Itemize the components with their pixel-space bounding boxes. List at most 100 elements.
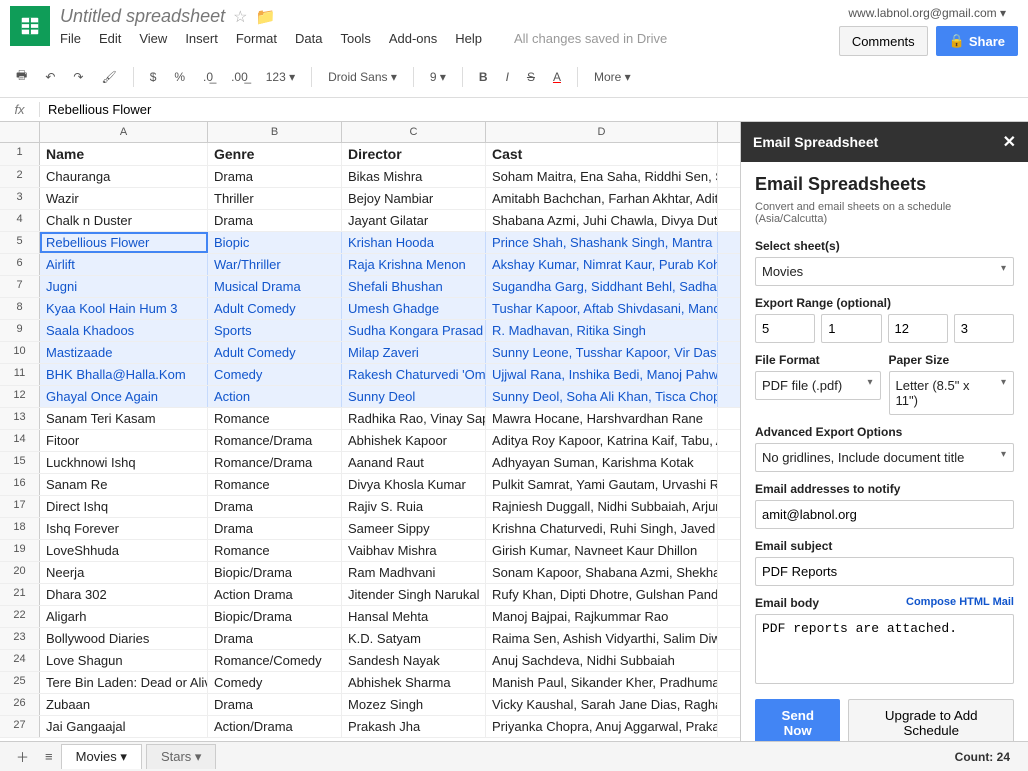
cell[interactable]: Abhishek Sharma [342, 672, 486, 693]
file-format-dropdown[interactable]: PDF file (.pdf) [755, 371, 881, 400]
sheets-logo[interactable] [10, 6, 50, 46]
cell[interactable]: Zubaan [40, 694, 208, 715]
folder-icon[interactable]: 📁 [255, 7, 275, 27]
cell[interactable]: Romance/Comedy [208, 650, 342, 671]
cell[interactable]: Krishna Chaturvedi, Ruhi Singh, Javed Ja… [486, 518, 718, 539]
row-header[interactable]: 20 [0, 562, 40, 583]
cell[interactable]: Biopic/Drama [208, 562, 342, 583]
cell[interactable]: Sudha Kongara Prasad [342, 320, 486, 341]
range-end-col[interactable] [954, 314, 1014, 343]
cell[interactable]: Chauranga [40, 166, 208, 187]
row-header[interactable]: 25 [0, 672, 40, 693]
row-header[interactable]: 14 [0, 430, 40, 451]
cell[interactable]: Hansal Mehta [342, 606, 486, 627]
cell[interactable]: Ujjwal Rana, Inshika Bedi, Manoj Pahwa, … [486, 364, 718, 385]
cell[interactable]: Mastizaade [40, 342, 208, 363]
row-header[interactable]: 4 [0, 210, 40, 231]
cell[interactable]: Abhishek Kapoor [342, 430, 486, 451]
cell[interactable]: Jai Gangaajal [40, 716, 208, 737]
cell[interactable]: Love Shagun [40, 650, 208, 671]
row-header[interactable]: 13 [0, 408, 40, 429]
cell[interactable]: Vaibhav Mishra [342, 540, 486, 561]
compose-html-link[interactable]: Compose HTML Mail [906, 596, 1014, 608]
cell[interactable]: Umesh Ghadge [342, 298, 486, 319]
col-header-a[interactable]: A [40, 122, 208, 142]
cell[interactable]: Ishq Forever [40, 518, 208, 539]
menu-tools[interactable]: Tools [340, 31, 370, 46]
row-header[interactable]: 3 [0, 188, 40, 209]
undo-icon[interactable]: ↶ [39, 66, 61, 88]
cell[interactable]: Manoj Bajpai, Rajkummar Rao [486, 606, 718, 627]
row-header[interactable]: 26 [0, 694, 40, 715]
cell[interactable]: Pulkit Samrat, Yami Gautam, Urvashi Raut… [486, 474, 718, 495]
col-header-c[interactable]: C [342, 122, 486, 142]
row-header[interactable]: 9 [0, 320, 40, 341]
cell[interactable]: Amitabh Bachchan, Farhan Akhtar, Aditi R… [486, 188, 718, 209]
cell[interactable]: Chalk n Duster [40, 210, 208, 231]
italic-icon[interactable]: I [500, 66, 515, 88]
cell[interactable]: Adult Comedy [208, 298, 342, 319]
col-header-d[interactable]: D [486, 122, 718, 142]
font-size[interactable]: 9 ▾ [424, 66, 452, 88]
col-header-b[interactable]: B [208, 122, 342, 142]
cell[interactable]: Sports [208, 320, 342, 341]
row-header[interactable]: 21 [0, 584, 40, 605]
format-currency[interactable]: $ [144, 66, 163, 88]
redo-icon[interactable]: ↷ [67, 66, 89, 88]
cell[interactable]: Fitoor [40, 430, 208, 451]
strike-icon[interactable]: S [521, 66, 541, 88]
cell[interactable]: Divya Khosla Kumar [342, 474, 486, 495]
font-select[interactable]: Droid Sans ▾ [322, 66, 403, 88]
cell[interactable]: Sandesh Nayak [342, 650, 486, 671]
range-end-row[interactable] [888, 314, 948, 343]
row-header[interactable]: 24 [0, 650, 40, 671]
cell[interactable]: Jitender Singh Narukal [342, 584, 486, 605]
cell[interactable]: Sanam Teri Kasam [40, 408, 208, 429]
cell[interactable]: Direct Ishq [40, 496, 208, 517]
cell[interactable]: Mawra Hocane, Harshvardhan Rane [486, 408, 718, 429]
menu-file[interactable]: File [60, 31, 81, 46]
cell[interactable]: Comedy [208, 364, 342, 385]
cell[interactable]: Action [208, 386, 342, 407]
row-header[interactable]: 12 [0, 386, 40, 407]
cell[interactable]: Saala Khadoos [40, 320, 208, 341]
cell[interactable]: R. Madhavan, Ritika Singh [486, 320, 718, 341]
fx-label[interactable]: fx [0, 102, 40, 117]
star-icon[interactable]: ☆ [233, 7, 247, 27]
cell[interactable]: Manish Paul, Sikander Kher, Pradhuman Si [486, 672, 718, 693]
row-header[interactable]: 18 [0, 518, 40, 539]
cell[interactable]: Bikas Mishra [342, 166, 486, 187]
cell[interactable]: Romance/Drama [208, 430, 342, 451]
format-number[interactable]: 123 ▾ [260, 66, 301, 88]
cell[interactable]: Romance [208, 408, 342, 429]
cell[interactable]: Sameer Sippy [342, 518, 486, 539]
comments-button[interactable]: Comments [839, 26, 928, 56]
user-email[interactable]: www.labnol.org@gmail.com ▾ [848, 6, 1018, 20]
cell[interactable]: Priyanka Chopra, Anuj Aggarwal, Prakash … [486, 716, 718, 737]
format-percent[interactable]: % [168, 66, 191, 88]
cell[interactable]: Radhika Rao, Vinay Sapru [342, 408, 486, 429]
cell[interactable]: Luckhnowi Ishq [40, 452, 208, 473]
cell[interactable]: Action/Drama [208, 716, 342, 737]
cell[interactable]: Wazir [40, 188, 208, 209]
cell[interactable]: Rajiv S. Ruia [342, 496, 486, 517]
share-button[interactable]: 🔒Share [936, 26, 1018, 56]
row-header[interactable]: 19 [0, 540, 40, 561]
row-header[interactable]: 17 [0, 496, 40, 517]
all-sheets-icon[interactable]: ≡ [37, 745, 61, 768]
cell[interactable]: Ghayal Once Again [40, 386, 208, 407]
cell[interactable]: Drama [208, 694, 342, 715]
selection-count[interactable]: Count: 24 [955, 750, 1020, 764]
cell[interactable]: Krishan Hooda [342, 232, 486, 253]
cell[interactable]: BHK Bhalla@Halla.Kom [40, 364, 208, 385]
menu-edit[interactable]: Edit [99, 31, 121, 46]
cell[interactable]: Jugni [40, 276, 208, 297]
row-header[interactable]: 6 [0, 254, 40, 275]
cell[interactable]: Sonam Kapoor, Shabana Azmi, Shekhar Rav [486, 562, 718, 583]
row-header[interactable]: 27 [0, 716, 40, 737]
menu-addons[interactable]: Add-ons [389, 31, 437, 46]
header-cell[interactable]: Director [342, 143, 486, 165]
row-header[interactable]: 5 [0, 232, 40, 253]
cell[interactable]: Shabana Azmi, Juhi Chawla, Divya Dutta, … [486, 210, 718, 231]
row-header[interactable]: 2 [0, 166, 40, 187]
